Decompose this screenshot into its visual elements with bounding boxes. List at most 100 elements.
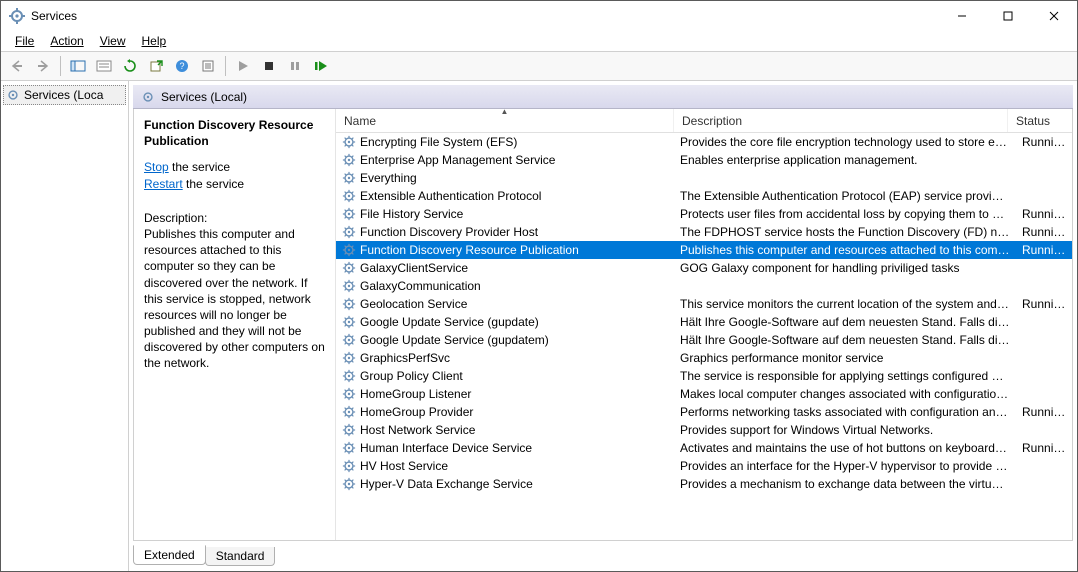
service-name-text: Google Update Service (gupdate) (360, 315, 539, 329)
service-row[interactable]: Google Update Service (gupdatem)Hält Ihr… (336, 331, 1072, 349)
description-text: Publishes this computer and resources at… (144, 226, 325, 372)
panel-header: Services (Local) (133, 85, 1073, 109)
service-name-text: Encrypting File System (EFS) (360, 135, 517, 149)
menu-view[interactable]: View (92, 32, 134, 50)
description-label: Description: (144, 210, 325, 226)
service-description-cell: Publishes this computer and resources at… (674, 243, 1016, 257)
properties-pane-button[interactable] (92, 54, 116, 78)
service-row[interactable]: File History ServiceProtects user files … (336, 205, 1072, 223)
menu-help[interactable]: Help (134, 32, 175, 50)
toolbar-separator (225, 56, 226, 76)
service-name-text: GraphicsPerfSvc (360, 351, 450, 365)
service-row[interactable]: Extensible Authentication ProtocolThe Ex… (336, 187, 1072, 205)
nav-forward-button[interactable] (31, 54, 55, 78)
gear-icon (342, 189, 356, 203)
service-status-cell: Running (1016, 405, 1072, 419)
restart-service-link[interactable]: Restart (144, 177, 183, 191)
service-row[interactable]: GalaxyClientServiceGOG Galaxy component … (336, 259, 1072, 277)
properties-button[interactable] (196, 54, 220, 78)
menu-bar: File Action View Help (1, 31, 1077, 51)
start-service-button[interactable] (231, 54, 255, 78)
service-name-text: HomeGroup Listener (360, 387, 471, 401)
service-name-text: Function Discovery Resource Publication (360, 243, 579, 257)
restart-service-button[interactable] (309, 54, 333, 78)
nav-back-button[interactable] (5, 54, 29, 78)
service-description-cell: Hält Ihre Google-Software auf dem neuest… (674, 333, 1016, 347)
console-tree-pane[interactable]: Services (Loca (1, 81, 129, 571)
sort-asc-icon: ▲ (501, 109, 509, 116)
column-header-description[interactable]: Description (674, 109, 1008, 132)
service-description-cell: The FDPHOST service hosts the Function D… (674, 225, 1016, 239)
gear-icon (6, 88, 20, 102)
list-body[interactable]: Encrypting File System (EFS)Provides the… (336, 133, 1072, 540)
pause-service-button[interactable] (283, 54, 307, 78)
maximize-button[interactable] (985, 1, 1031, 31)
service-name-cell: GalaxyCommunication (336, 279, 674, 293)
service-row[interactable]: Encrypting File System (EFS)Provides the… (336, 133, 1072, 151)
service-name-text: Enterprise App Management Service (360, 153, 555, 167)
service-name-cell: Extensible Authentication Protocol (336, 189, 674, 203)
service-name-cell: Host Network Service (336, 423, 674, 437)
service-row[interactable]: Everything (336, 169, 1072, 187)
service-row[interactable]: HomeGroup ProviderPerforms networking ta… (336, 403, 1072, 421)
tab-extended[interactable]: Extended (133, 545, 206, 565)
gear-icon (342, 171, 356, 185)
show-hide-tree-button[interactable] (66, 54, 90, 78)
gear-icon (342, 315, 356, 329)
service-name-cell: Enterprise App Management Service (336, 153, 674, 167)
service-row[interactable]: Human Interface Device ServiceActivates … (336, 439, 1072, 457)
column-header-status[interactable]: Status (1008, 109, 1072, 132)
service-row[interactable]: Function Discovery Resource Publication P… (336, 241, 1072, 259)
column-header-name[interactable]: Name ▲ (336, 109, 674, 132)
panel-body: Function Discovery Resource Publication … (133, 109, 1073, 541)
stop-service-button[interactable] (257, 54, 281, 78)
menu-action[interactable]: Action (42, 32, 91, 50)
service-name-cell: Everything (336, 171, 674, 185)
service-name-text: Host Network Service (360, 423, 475, 437)
window-title: Services (31, 9, 77, 23)
service-row[interactable]: GalaxyCommunication (336, 277, 1072, 295)
service-row[interactable]: Geolocation Service This service monitors… (336, 295, 1072, 313)
service-name-cell: Google Update Service (gupdate) (336, 315, 674, 329)
service-status-cell: Running (1016, 297, 1072, 311)
close-button[interactable] (1031, 1, 1077, 31)
service-row[interactable]: Host Network ServiceProvides support for… (336, 421, 1072, 439)
service-row[interactable]: Hyper-V Data Exchange ServiceProvides a … (336, 475, 1072, 493)
tab-standard[interactable]: Standard (205, 547, 276, 566)
service-description-cell: Protects user files from accidental loss… (674, 207, 1016, 221)
service-name-cell: File History Service (336, 207, 674, 221)
service-name-cell: Encrypting File System (EFS) (336, 135, 674, 149)
service-description-cell: This service monitors the current locati… (674, 297, 1016, 311)
service-row[interactable]: HV Host ServiceProvides an interface for… (336, 457, 1072, 475)
stop-service-link[interactable]: Stop (144, 160, 169, 174)
service-status-cell: Running (1016, 441, 1072, 455)
tree-root-services[interactable]: Services (Loca (3, 85, 126, 105)
service-name-text: Geolocation Service (360, 297, 467, 311)
service-status-cell: Running (1016, 225, 1072, 239)
refresh-button[interactable] (118, 54, 142, 78)
service-description-cell: Hält Ihre Google-Software auf dem neuest… (674, 315, 1016, 329)
service-row[interactable]: GraphicsPerfSvcGraphics performance moni… (336, 349, 1072, 367)
minimize-button[interactable] (939, 1, 985, 31)
export-list-button[interactable] (144, 54, 168, 78)
help-button[interactable]: ? (170, 54, 194, 78)
right-pane: Services (Local) Function Discovery Reso… (129, 81, 1077, 571)
app-gear-icon (9, 8, 25, 24)
service-status-cell: Running (1016, 207, 1072, 221)
service-name-cell: HomeGroup Provider (336, 405, 674, 419)
gear-icon (342, 477, 356, 491)
gear-icon (342, 333, 356, 347)
gear-icon (342, 297, 356, 311)
service-row[interactable]: Group Policy ClientThe service is respon… (336, 367, 1072, 385)
service-row[interactable]: Function Discovery Provider HostThe FDPH… (336, 223, 1072, 241)
service-description-cell: The service is responsible for applying … (674, 369, 1016, 383)
gear-icon (342, 369, 356, 383)
service-row[interactable]: HomeGroup ListenerMakes local computer c… (336, 385, 1072, 403)
service-name-text: Hyper-V Data Exchange Service (360, 477, 533, 491)
service-name-cell: GraphicsPerfSvc (336, 351, 674, 365)
service-status-cell: Running (1016, 243, 1072, 257)
menu-file[interactable]: File (7, 32, 42, 50)
gear-icon (342, 459, 356, 473)
service-row[interactable]: Enterprise App Management ServiceEnables… (336, 151, 1072, 169)
service-row[interactable]: Google Update Service (gupdate) Hält Ihre… (336, 313, 1072, 331)
